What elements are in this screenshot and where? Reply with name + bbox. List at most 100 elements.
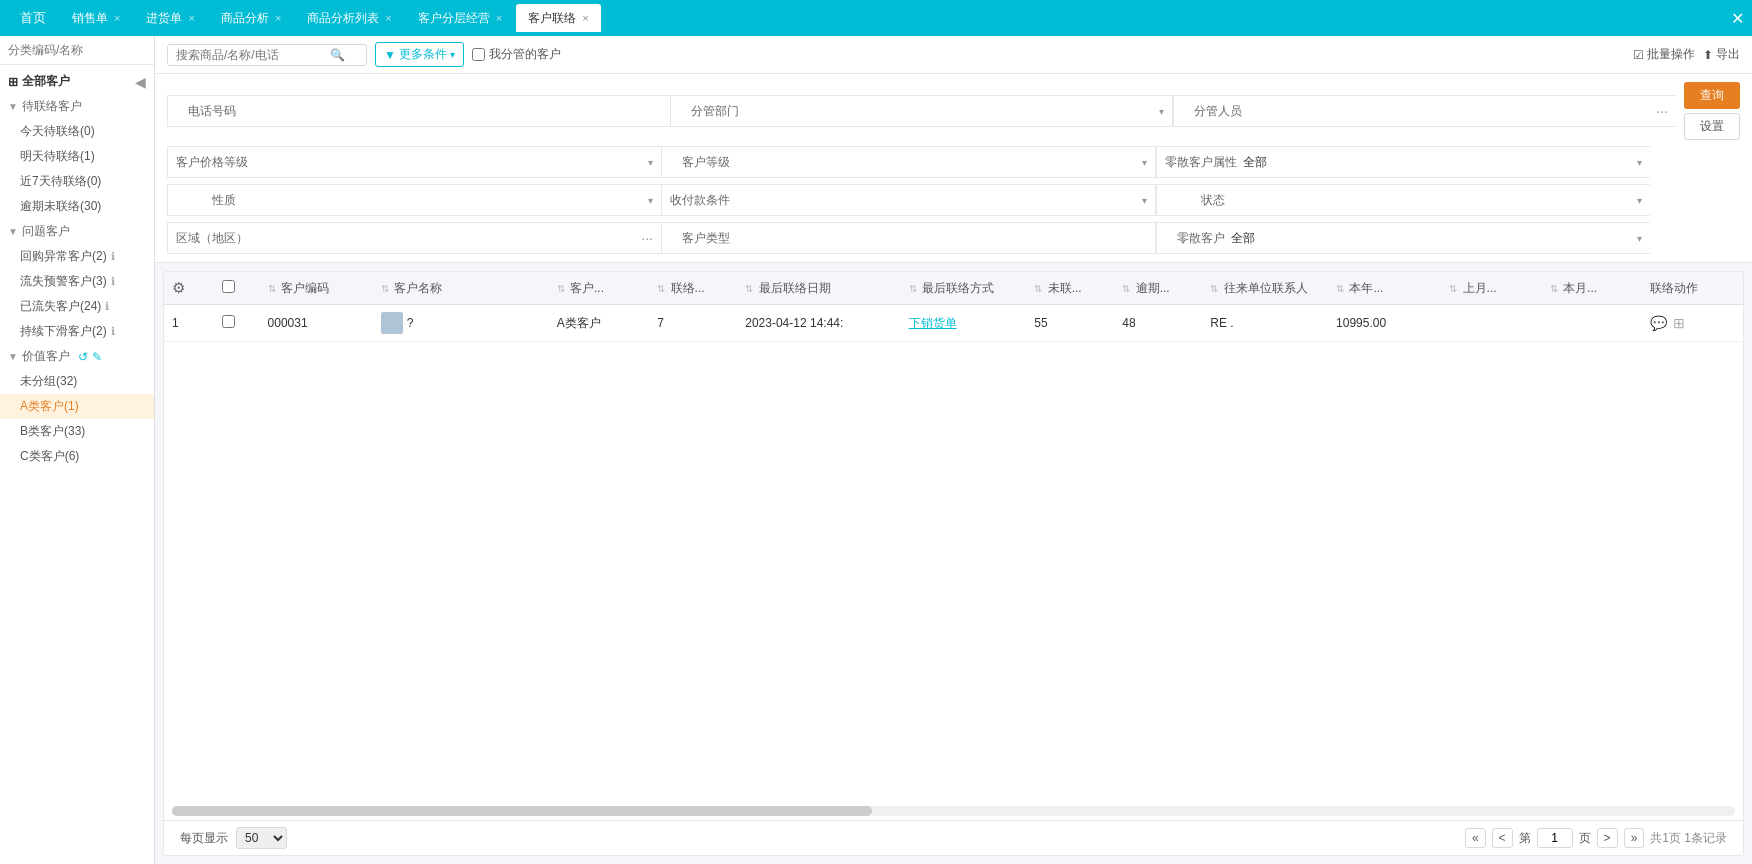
td-check[interactable] [214, 305, 259, 342]
refresh-icon[interactable]: ↺ [78, 350, 88, 364]
filter-more-button[interactable]: ▼ 更多条件 ▾ [375, 42, 464, 67]
th-name[interactable]: ⇅ 客户名称 [373, 272, 549, 305]
region-input[interactable] [254, 231, 635, 245]
last-method-link[interactable]: 下销货单 [909, 316, 957, 330]
th-code[interactable]: ⇅ 客户编码 [260, 272, 373, 305]
last-page-button[interactable]: » [1624, 828, 1645, 848]
phone-input[interactable] [242, 104, 662, 118]
sidebar-collapse-icon[interactable]: ◀ [135, 74, 146, 90]
retail-attr-select[interactable]: 全部 ▾ [1243, 154, 1642, 171]
search-icon[interactable]: 🔍 [330, 48, 345, 62]
query-button[interactable]: 查询 [1684, 82, 1740, 109]
price-level-select[interactable]: ▾ [254, 157, 653, 168]
th-last-month[interactable]: ⇅ 上月... [1441, 272, 1542, 305]
per-page-select[interactable]: 50 100 200 [236, 827, 287, 849]
all-customers-label[interactable]: 全部客户 [22, 73, 70, 90]
more-icon[interactable]: ··· [641, 230, 653, 246]
customer-type-input[interactable] [736, 231, 1147, 245]
th-no-contact[interactable]: ⇅ 未联... [1026, 272, 1114, 305]
retail-customer-select[interactable]: 全部 ▾ [1231, 230, 1642, 247]
first-page-button[interactable]: « [1465, 828, 1486, 848]
close-icon[interactable]: × [582, 12, 588, 24]
sidebar-item-declining[interactable]: 持续下滑客户(2) ℹ [0, 319, 154, 344]
close-icon[interactable]: × [496, 12, 502, 24]
sidebar-group-pending-contact[interactable]: ▼ 待联络客户 [0, 94, 154, 119]
sidebar-item-class-a[interactable]: A类客户(1) [0, 394, 154, 419]
row-checkbox[interactable] [222, 315, 235, 328]
customer-level-select[interactable]: ▾ [736, 157, 1147, 168]
window-close-icon[interactable]: ✕ [1731, 9, 1744, 28]
sidebar-search-input[interactable] [8, 43, 155, 57]
gear-icon[interactable]: ⚙ [172, 279, 185, 296]
sidebar-group-problem-customers[interactable]: ▼ 问题客户 [0, 219, 154, 244]
advanced-filters: 电话号码 分管部门 ▾ 分管人员 ··· 查询 设置 [155, 74, 1752, 263]
nav-tab-purchase[interactable]: 进货单 × [134, 4, 206, 32]
chevron-down-icon: ▾ [1637, 233, 1642, 244]
sidebar-item-tomorrow-pending[interactable]: 明天待联络(1) [0, 144, 154, 169]
th-last-date[interactable]: ⇅ 最后联络日期 [737, 272, 900, 305]
filter-person: 分管人员 ··· [1173, 95, 1676, 127]
nature-select[interactable]: ▾ [242, 195, 653, 206]
sidebar-item-repurchase-anomaly[interactable]: 回购异常客户(2) ℹ [0, 244, 154, 269]
table-scroll[interactable]: ⚙ ⇅ 客户编码 ⇅ 客户名称 [164, 272, 1743, 802]
sidebar-item-7days-pending[interactable]: 近7天待联络(0) [0, 169, 154, 194]
sidebar-item-class-c[interactable]: C类客户(6) [0, 444, 154, 469]
scrollbar-thumb[interactable] [172, 806, 872, 816]
info-icon: ℹ [105, 300, 109, 313]
export-button[interactable]: ⬆ 导出 [1703, 46, 1740, 63]
th-this-month[interactable]: ⇅ 本月... [1542, 272, 1643, 305]
prev-page-button[interactable]: < [1492, 828, 1513, 848]
chat-icon[interactable]: 💬 [1650, 315, 1667, 331]
th-overdue[interactable]: ⇅ 逾期... [1114, 272, 1202, 305]
person-input[interactable] [1248, 104, 1650, 118]
td-code: 000031 [260, 305, 373, 342]
sidebar-item-unclassified[interactable]: 未分组(32) [0, 369, 154, 394]
nav-tab-product-list[interactable]: 商品分析列表 × [295, 4, 403, 32]
my-customers-checkbox[interactable]: 我分管的客户 [472, 46, 561, 63]
nav-tab-sales[interactable]: 销售单 × [60, 4, 132, 32]
sidebar-group-value-customers[interactable]: ▼ 价值客户 ↺ ✎ [0, 344, 154, 369]
sidebar-item-churn-warning[interactable]: 流失预警客户(3) ℹ [0, 269, 154, 294]
th-last-method[interactable]: ⇅ 最后联络方式 [901, 272, 1027, 305]
department-select[interactable]: ▾ [745, 106, 1165, 117]
nav-tab-product-analysis[interactable]: 商品分析 × [209, 4, 293, 32]
chevron-down-icon: ▾ [1142, 157, 1147, 168]
th-check[interactable] [214, 272, 259, 305]
close-icon[interactable]: × [275, 12, 281, 24]
close-icon[interactable]: × [385, 12, 391, 24]
chevron-down-icon: ▾ [1637, 195, 1642, 206]
sidebar-item-churned[interactable]: 已流失客户(24) ℹ [0, 294, 154, 319]
close-icon[interactable]: × [114, 12, 120, 24]
page-number-input[interactable] [1537, 828, 1573, 848]
chevron-down-icon: ▼ [8, 101, 18, 112]
sidebar-item-class-b[interactable]: B类客户(33) [0, 419, 154, 444]
filter-search-input[interactable] [176, 48, 326, 62]
th-this-year[interactable]: ⇅ 本年... [1328, 272, 1441, 305]
th-settings[interactable]: ⚙ [164, 272, 214, 305]
grid-icon[interactable]: ⊞ [1673, 315, 1685, 331]
th-type[interactable]: ⇅ 客户... [549, 272, 650, 305]
horizontal-scrollbar[interactable] [172, 806, 1735, 816]
nav-tab-customer-contact[interactable]: 客户联络 × [516, 4, 600, 32]
close-icon[interactable]: × [188, 12, 194, 24]
sidebar-item-overdue-contact[interactable]: 逾期未联络(30) [0, 194, 154, 219]
filter-row-3: 性质 ▾ 收付款条件 ▾ 状态 [167, 184, 1740, 216]
chevron-down-icon: ▼ [8, 226, 18, 237]
customer-name-text[interactable]: ? [407, 316, 414, 330]
my-customers-check[interactable] [472, 48, 485, 61]
edit-icon[interactable]: ✎ [92, 350, 102, 364]
td-last-method[interactable]: 下销货单 [901, 305, 1027, 342]
nav-tab-customer-tier[interactable]: 客户分层经营 × [406, 4, 514, 32]
settings-button[interactable]: 设置 [1684, 113, 1740, 140]
select-all-checkbox[interactable] [222, 280, 235, 293]
next-page-button[interactable]: > [1597, 828, 1618, 848]
th-contact-count[interactable]: ⇅ 联络... [649, 272, 737, 305]
sidebar-item-today-pending[interactable]: 今天待联络(0) [0, 119, 154, 144]
payment-select[interactable]: ▾ [736, 195, 1147, 206]
top-nav: 首页 销售单 × 进货单 × 商品分析 × 商品分析列表 × 客户分层经营 × … [0, 0, 1752, 36]
th-unit-contact[interactable]: ⇅ 往来单位联系人 [1202, 272, 1328, 305]
batch-operation-button[interactable]: ☑ 批量操作 [1633, 46, 1695, 63]
more-icon[interactable]: ··· [1656, 103, 1668, 119]
nav-home[interactable]: 首页 [8, 9, 58, 27]
status-select[interactable]: ▾ [1231, 195, 1642, 206]
